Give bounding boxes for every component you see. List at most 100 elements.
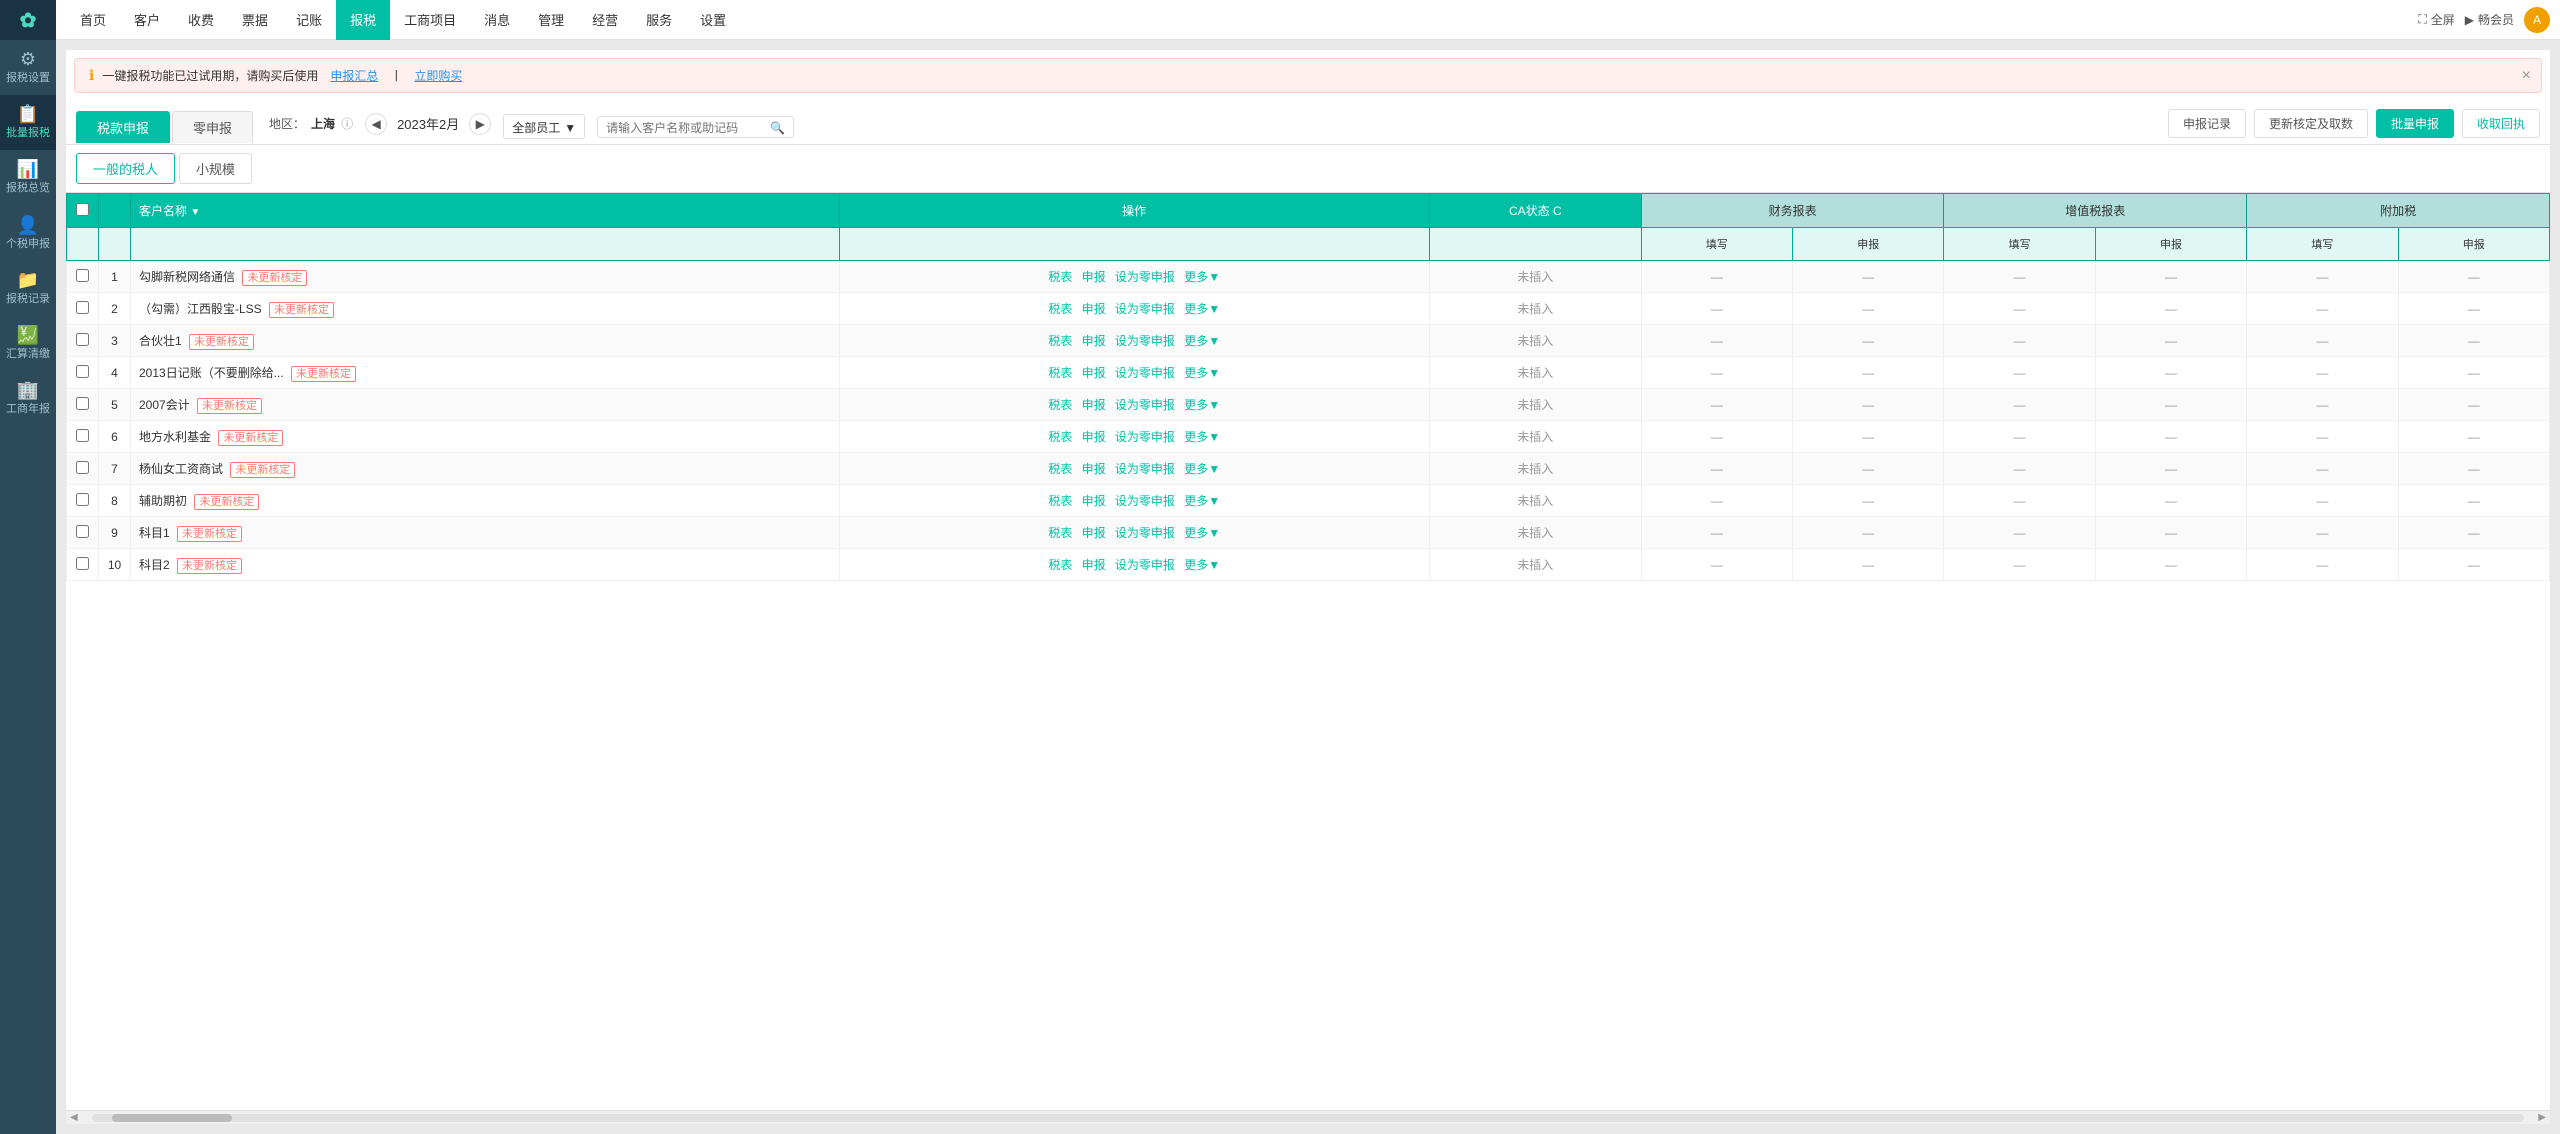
nav-settings[interactable]: 设置 (686, 0, 740, 40)
alert-close-button[interactable]: × (2522, 67, 2531, 85)
op-more-3[interactable]: 更多▼ (1184, 366, 1220, 380)
withdraw-button[interactable]: 收取回执 (2462, 109, 2540, 138)
op-declare-5[interactable]: 申报 (1082, 430, 1106, 444)
op-zero-declare-1[interactable]: 设为零申报 (1115, 302, 1175, 316)
cell-checkbox-9 (67, 549, 99, 581)
select-all-checkbox[interactable] (76, 203, 89, 216)
alert-link-buy[interactable]: 立即购买 (414, 67, 462, 84)
op-more-8[interactable]: 更多▼ (1184, 526, 1220, 540)
sidebar-item-tax-overview[interactable]: 📊 报税总览 (0, 150, 56, 205)
search-input[interactable] (606, 121, 766, 135)
sidebar-item-tax-record[interactable]: 📁 报税记录 (0, 261, 56, 316)
row-checkbox-3[interactable] (76, 365, 89, 378)
sidebar-item-tax-settings[interactable]: ⚙ 报税设置 (0, 40, 56, 95)
row-checkbox-8[interactable] (76, 525, 89, 538)
nav-ledger[interactable]: 记账 (282, 0, 336, 40)
alert-link-summary[interactable]: 申报汇总 (330, 67, 378, 84)
row-checkbox-0[interactable] (76, 269, 89, 282)
nav-operations[interactable]: 经营 (578, 0, 632, 40)
op-declare-3[interactable]: 申报 (1082, 366, 1106, 380)
op-zero-declare-8[interactable]: 设为零申报 (1115, 526, 1175, 540)
op-zero-declare-6[interactable]: 设为零申报 (1115, 462, 1175, 476)
sidebar-item-batch-tax[interactable]: 📋 批量报税 (0, 95, 56, 150)
op-zero-declare-3[interactable]: 设为零申报 (1115, 366, 1175, 380)
table-container: 客户名称 ▼ 操作 CA状态 C 财务报表 增值税报表 附加税 (66, 193, 2550, 1110)
op-zero-declare-2[interactable]: 设为零申报 (1115, 334, 1175, 348)
scroll-right-arrow[interactable]: ▶ (2534, 1112, 2550, 1123)
scroll-thumb[interactable] (112, 1114, 232, 1122)
cell-vat-fill-2: — (1944, 325, 2095, 357)
nav-management[interactable]: 管理 (524, 0, 578, 40)
op-zero-declare-0[interactable]: 设为零申报 (1115, 270, 1175, 284)
op-tax-table-8[interactable]: 税表 (1048, 526, 1072, 540)
cell-add-fill-6: — (2247, 453, 2398, 485)
op-more-7[interactable]: 更多▼ (1184, 494, 1220, 508)
cell-fin-fill-5: — (1641, 421, 1792, 453)
nav-bizproject[interactable]: 工商项目 (390, 0, 470, 40)
batch-declare-button[interactable]: 批量申报 (2376, 109, 2454, 138)
op-tax-table-3[interactable]: 税表 (1048, 366, 1072, 380)
op-tax-table-7[interactable]: 税表 (1048, 494, 1072, 508)
fullscreen-button[interactable]: ⛶ 全屏 (2418, 11, 2454, 28)
row-checkbox-4[interactable] (76, 397, 89, 410)
tab-general-taxpayer[interactable]: 一般的税人 (76, 153, 175, 184)
op-more-0[interactable]: 更多▼ (1184, 270, 1220, 284)
op-declare-1[interactable]: 申报 (1082, 302, 1106, 316)
tab-zero-declare[interactable]: 零申报 (172, 111, 253, 143)
op-more-4[interactable]: 更多▼ (1184, 398, 1220, 412)
nav-home[interactable]: 首页 (66, 0, 120, 40)
user-avatar[interactable]: A (2524, 7, 2550, 33)
scroll-left-arrow[interactable]: ◀ (66, 1112, 82, 1123)
op-declare-4[interactable]: 申报 (1082, 398, 1106, 412)
op-declare-0[interactable]: 申报 (1082, 270, 1106, 284)
op-tax-table-6[interactable]: 税表 (1048, 462, 1072, 476)
row-checkbox-5[interactable] (76, 429, 89, 442)
sidebar-item-personal-tax[interactable]: 👤 个税申报 (0, 206, 56, 261)
scroll-track[interactable] (92, 1114, 2525, 1122)
op-more-2[interactable]: 更多▼ (1184, 334, 1220, 348)
sidebar-item-reconciliation[interactable]: 💹 汇算清缴 (0, 316, 56, 371)
row-checkbox-2[interactable] (76, 333, 89, 346)
op-tax-table-2[interactable]: 税表 (1048, 334, 1072, 348)
op-declare-8[interactable]: 申报 (1082, 526, 1106, 540)
nav-invoice[interactable]: 票据 (228, 0, 282, 40)
nav-service[interactable]: 服务 (632, 0, 686, 40)
op-declare-9[interactable]: 申报 (1082, 558, 1106, 572)
op-zero-declare-9[interactable]: 设为零申报 (1115, 558, 1175, 572)
op-tax-table-0[interactable]: 税表 (1048, 270, 1072, 284)
search-icon[interactable]: 🔍 (770, 121, 785, 135)
row-checkbox-9[interactable] (76, 557, 89, 570)
date-next-button[interactable]: ▶ (469, 113, 491, 135)
op-declare-6[interactable]: 申报 (1082, 462, 1106, 476)
op-tax-table-4[interactable]: 税表 (1048, 398, 1072, 412)
staff-dropdown[interactable]: 全部员工 ▼ (503, 114, 585, 139)
nav-billing[interactable]: 收费 (174, 0, 228, 40)
op-more-5[interactable]: 更多▼ (1184, 430, 1220, 444)
declare-record-button[interactable]: 申报记录 (2168, 109, 2246, 138)
op-tax-table-9[interactable]: 税表 (1048, 558, 1072, 572)
date-prev-button[interactable]: ◀ (365, 113, 387, 135)
staff-dropdown-arrow: ▼ (564, 121, 576, 135)
tab-tax-declare[interactable]: 税款申报 (76, 111, 170, 143)
op-more-1[interactable]: 更多▼ (1184, 302, 1220, 316)
member-button[interactable]: ▶ 畅会员 (2465, 11, 2514, 28)
tab-small-scale[interactable]: 小规模 (179, 153, 252, 184)
nav-tax[interactable]: 报税 (336, 0, 390, 40)
op-zero-declare-7[interactable]: 设为零申报 (1115, 494, 1175, 508)
op-declare-7[interactable]: 申报 (1082, 494, 1106, 508)
op-tax-table-5[interactable]: 税表 (1048, 430, 1072, 444)
op-zero-declare-5[interactable]: 设为零申报 (1115, 430, 1175, 444)
nav-message[interactable]: 消息 (470, 0, 524, 40)
op-tax-table-1[interactable]: 税表 (1048, 302, 1072, 316)
row-checkbox-1[interactable] (76, 301, 89, 314)
row-checkbox-6[interactable] (76, 461, 89, 474)
update-quota-button[interactable]: 更新核定及取数 (2254, 109, 2368, 138)
horizontal-scrollbar[interactable]: ◀ ▶ (66, 1110, 2550, 1124)
op-declare-2[interactable]: 申报 (1082, 334, 1106, 348)
sidebar-item-business-annual[interactable]: 🏢 工商年报 (0, 371, 56, 426)
op-zero-declare-4[interactable]: 设为零申报 (1115, 398, 1175, 412)
row-checkbox-7[interactable] (76, 493, 89, 506)
op-more-6[interactable]: 更多▼ (1184, 462, 1220, 476)
op-more-9[interactable]: 更多▼ (1184, 558, 1220, 572)
nav-customer[interactable]: 客户 (120, 0, 174, 40)
